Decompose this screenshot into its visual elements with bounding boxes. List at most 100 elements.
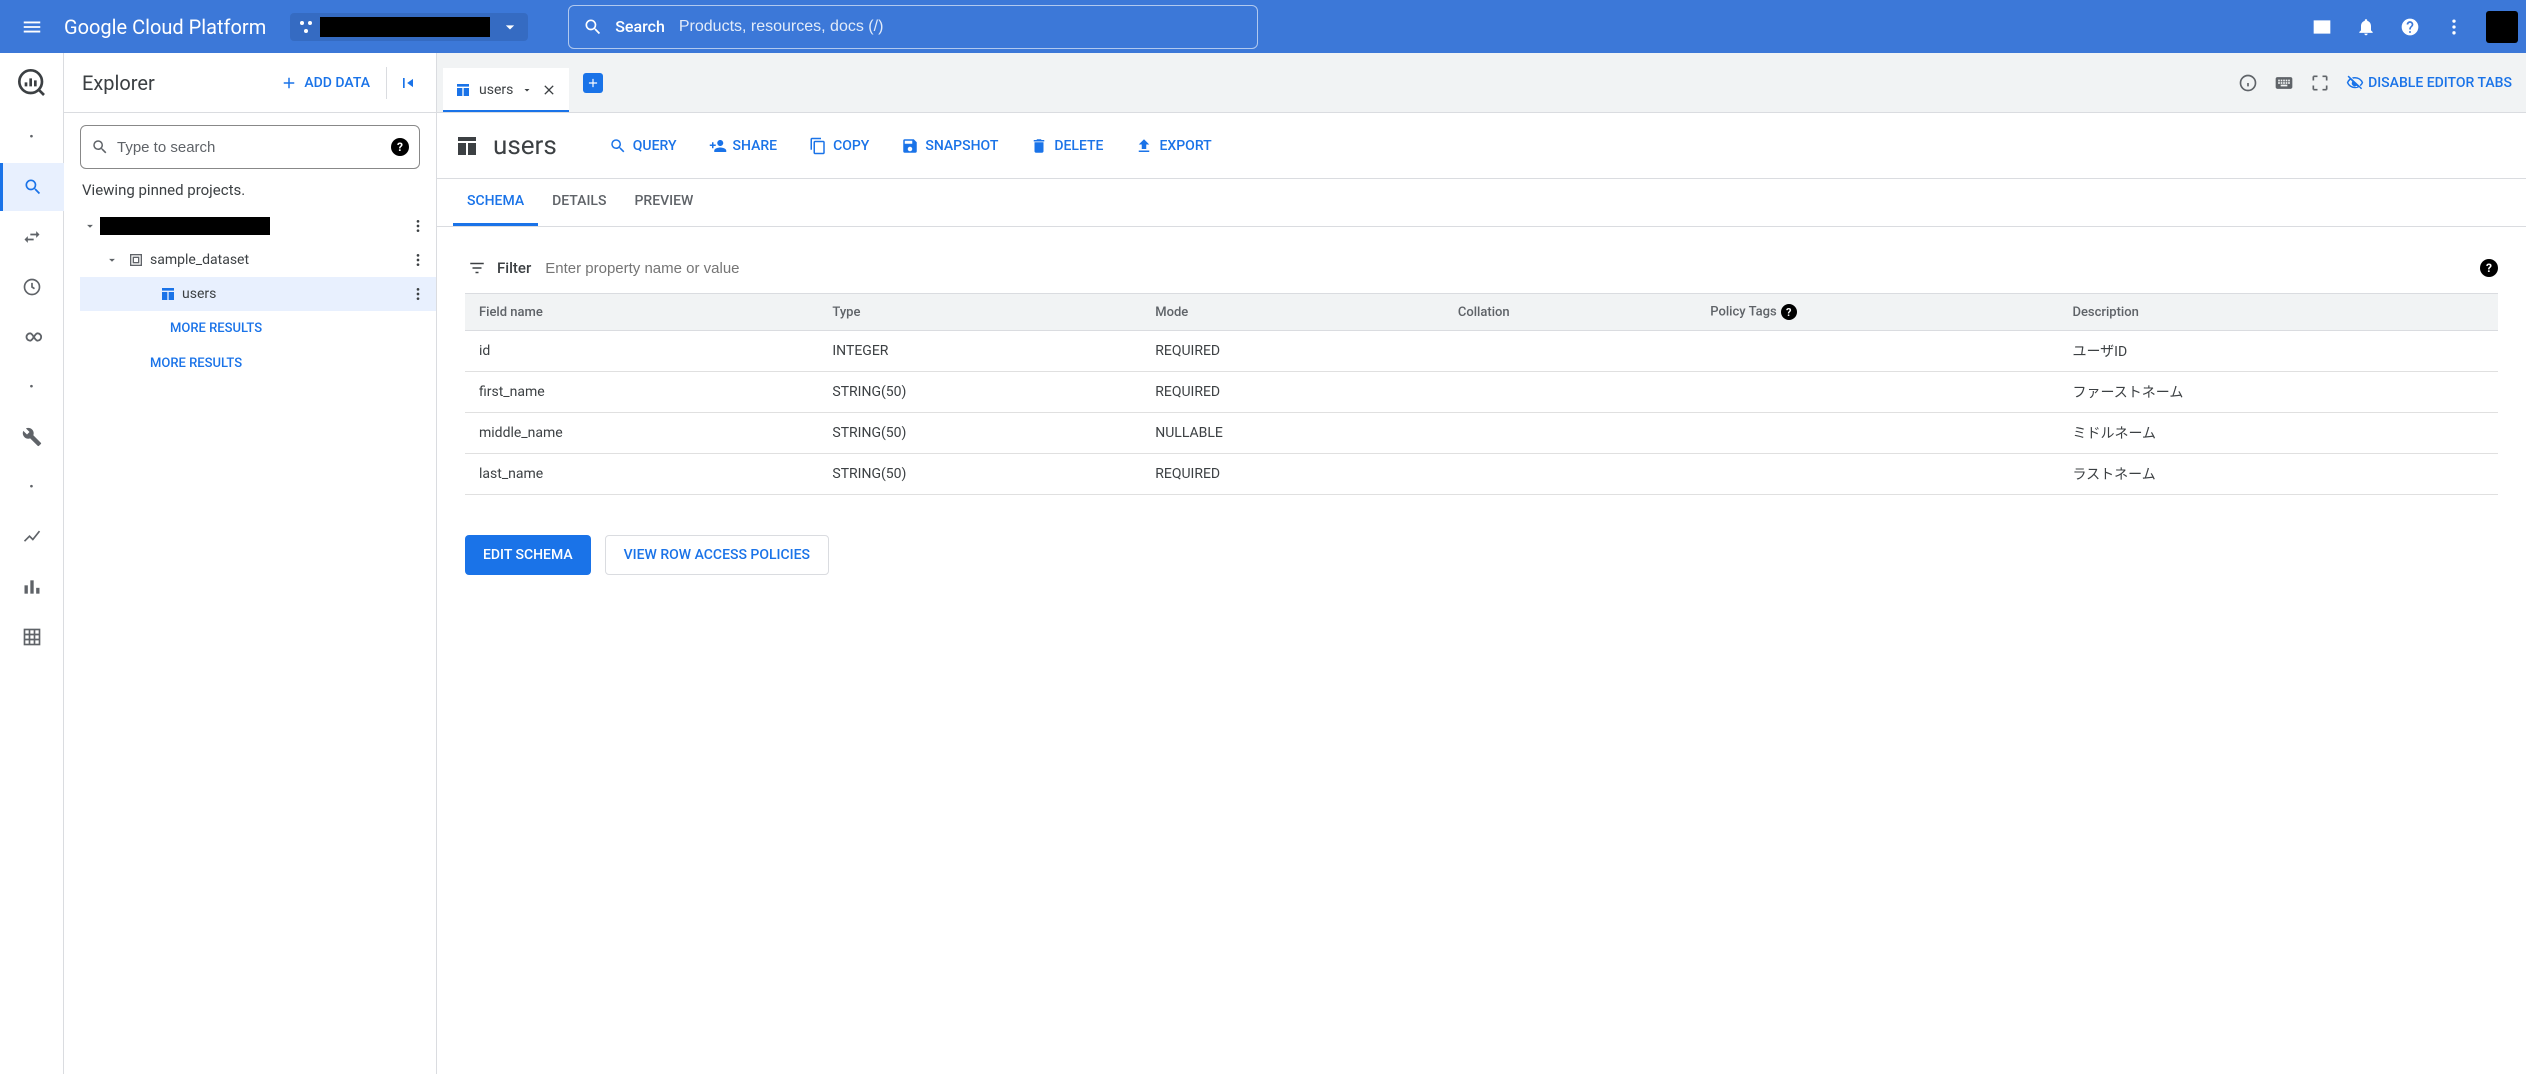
tab-schema[interactable]: SCHEMA (453, 179, 538, 226)
col-collation: Collation (1444, 294, 1696, 331)
info-button[interactable] (2230, 65, 2266, 101)
cell-description: ファーストネーム (2058, 372, 2498, 413)
table-icon (455, 82, 471, 98)
rail-item-monitoring[interactable] (8, 513, 56, 561)
header-search-wrap: Search (568, 5, 2286, 49)
magnify-analytics-icon (16, 67, 48, 99)
bigquery-icon[interactable] (14, 65, 50, 101)
rail-item-transfers[interactable] (8, 213, 56, 261)
edit-schema-button[interactable]: EDIT SCHEMA (465, 535, 591, 575)
table-label: users (182, 286, 406, 302)
search-icon (609, 137, 627, 155)
filter-input[interactable] (545, 260, 2480, 277)
collapse-left-icon (398, 73, 418, 93)
filter-icon (465, 259, 489, 277)
tab-details[interactable]: DETAILS (538, 179, 620, 226)
chevron-down-icon[interactable] (102, 250, 122, 270)
more-options-button[interactable] (2434, 7, 2474, 47)
eye-off-icon (2346, 74, 2364, 92)
more-results-dataset-button[interactable]: MORE RESULTS (80, 311, 436, 346)
project-more-button[interactable] (406, 214, 430, 238)
col-type: Type (818, 294, 1141, 331)
cell-description: ユーザID (2058, 331, 2498, 372)
table-row: last_nameSTRING(50)REQUIREDラストネーム (465, 454, 2498, 495)
upload-icon (1135, 137, 1153, 155)
brand-title[interactable]: Google Cloud Platform (64, 15, 266, 39)
info-icon (2238, 73, 2258, 93)
search-label: Search (615, 17, 665, 36)
tab-dropdown-icon[interactable] (521, 84, 533, 96)
project-icon (298, 19, 314, 35)
disable-editor-tabs-button[interactable]: DISABLE EDITOR TABS (2338, 74, 2520, 92)
help-button[interactable] (2390, 7, 2430, 47)
schema-button-row: EDIT SCHEMA VIEW ROW ACCESS POLICIES (465, 535, 2498, 575)
more-results-project-button[interactable]: MORE RESULTS (80, 346, 436, 381)
view-row-access-policies-button[interactable]: VIEW ROW ACCESS POLICIES (605, 535, 829, 575)
cell-field_name: middle_name (465, 413, 818, 454)
rail-item-bi[interactable] (8, 563, 56, 611)
tree-table-row[interactable]: users (80, 277, 436, 311)
rail-item-scheduled[interactable] (8, 263, 56, 311)
add-data-button[interactable]: ADD DATA (280, 74, 370, 92)
dataset-more-button[interactable] (406, 248, 430, 272)
cell-field_name: first_name (465, 372, 818, 413)
col-mode: Mode (1141, 294, 1444, 331)
rail-item-5[interactable]: · (8, 363, 56, 411)
tree-dataset-row[interactable]: sample_dataset (80, 243, 436, 277)
help-icon[interactable]: ? (391, 138, 409, 156)
cloud-shell-button[interactable] (2302, 7, 2342, 47)
console-icon (2312, 17, 2332, 37)
cell-policy_tags (1696, 413, 2058, 454)
search-icon (23, 177, 43, 197)
rail-item-sql[interactable] (0, 163, 64, 211)
cell-collation (1444, 413, 1696, 454)
user-avatar[interactable] (2486, 11, 2518, 43)
save-icon (901, 137, 919, 155)
table-title-row: users QUERY SHARE COPY SNAPSHOT DELETE E… (437, 113, 2526, 179)
chart-line-icon (22, 527, 42, 547)
table-row: first_nameSTRING(50)REQUIREDファーストネーム (465, 372, 2498, 413)
tab-close-button[interactable] (541, 82, 557, 98)
share-button[interactable]: SHARE (699, 131, 788, 161)
tree-project-row[interactable] (80, 209, 436, 243)
collapse-explorer-button[interactable] (386, 67, 418, 99)
explorer-tree: sample_dataset users MORE RESULTS MORE R… (64, 209, 436, 381)
explorer-search-input[interactable] (117, 139, 391, 156)
snapshot-button[interactable]: SNAPSHOT (891, 131, 1008, 161)
header-search-box[interactable]: Search (568, 5, 1258, 49)
col-policy-tags: Policy Tags? (1696, 294, 2058, 331)
project-name-redacted (320, 17, 490, 37)
table-more-button[interactable] (406, 282, 430, 306)
search-input[interactable] (679, 18, 1243, 36)
rail-item-resources[interactable] (8, 613, 56, 661)
export-button[interactable]: EXPORT (1125, 131, 1221, 161)
plus-icon (280, 74, 298, 92)
new-tab-button[interactable] (583, 73, 603, 93)
copy-button[interactable]: COPY (799, 131, 879, 161)
rail-item-reservations[interactable] (8, 313, 56, 361)
tab-preview[interactable]: PREVIEW (620, 179, 707, 226)
help-icon[interactable]: ? (1781, 304, 1797, 320)
delete-button[interactable]: DELETE (1020, 131, 1113, 161)
query-button[interactable]: QUERY (599, 131, 687, 161)
cell-collation (1444, 331, 1696, 372)
fullscreen-button[interactable] (2302, 65, 2338, 101)
chevron-down-icon[interactable] (80, 216, 100, 236)
project-picker[interactable] (290, 13, 528, 41)
rail-item-admin[interactable] (8, 413, 56, 461)
content-panel: users DISABLE EDITOR TABS users QUERY SH… (437, 53, 2526, 1074)
editor-tabbar: users DISABLE EDITOR TABS (437, 53, 2526, 113)
rail-item-1[interactable]: · (8, 113, 56, 161)
notifications-button[interactable] (2346, 7, 2386, 47)
detail-sub-tabs: SCHEMA DETAILS PREVIEW (437, 179, 2526, 227)
keyboard-button[interactable] (2266, 65, 2302, 101)
grid-icon (22, 627, 42, 647)
rail-item-7[interactable]: · (8, 463, 56, 511)
filter-help-icon[interactable]: ? (2480, 259, 2498, 277)
explorer-title: Explorer (82, 71, 280, 95)
cell-mode: REQUIRED (1141, 372, 1444, 413)
hamburger-menu-button[interactable] (8, 3, 56, 51)
editor-tab-users[interactable]: users (443, 68, 569, 112)
help-icon (2400, 17, 2420, 37)
explorer-search-box[interactable]: ? (80, 125, 420, 169)
